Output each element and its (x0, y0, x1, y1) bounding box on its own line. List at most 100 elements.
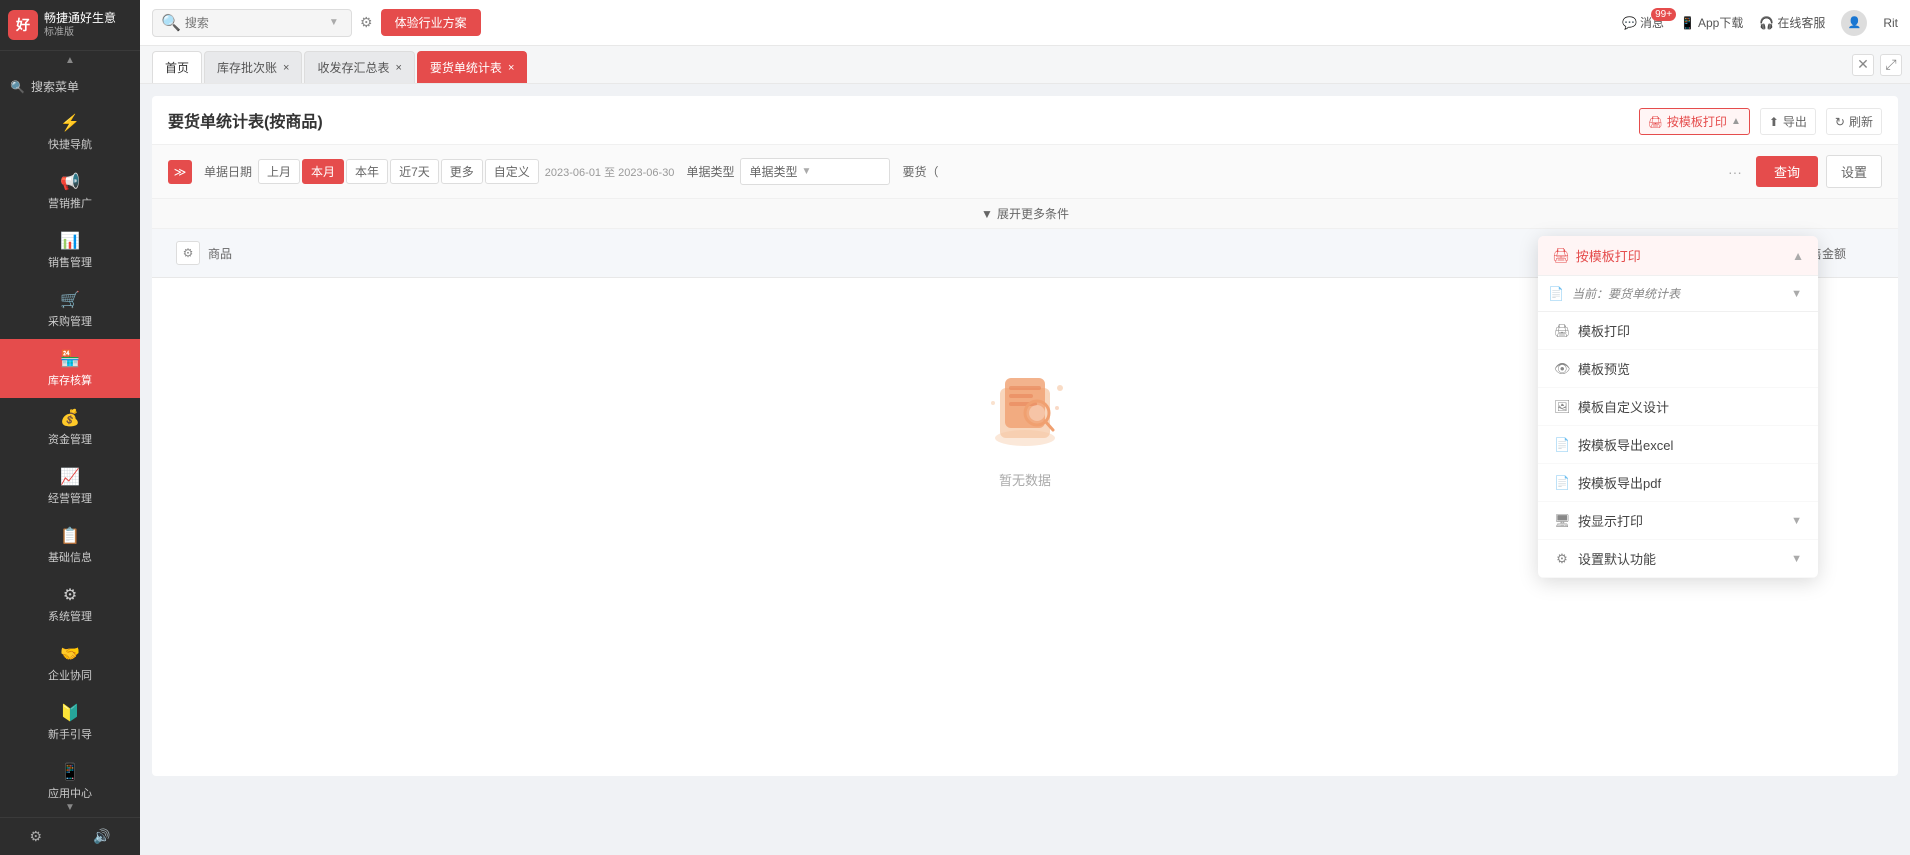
print-dropdown-arrow: ▲ (1731, 116, 1741, 127)
sidebar-item-inventory[interactable]: 🏪 库存核算 (0, 339, 140, 398)
expand-more-icon: ▼ (981, 207, 993, 221)
settings-btn[interactable]: 设置 (1826, 155, 1882, 188)
topbar-service-btn[interactable]: 🎧 在线客服 (1759, 14, 1825, 31)
username-label[interactable]: Rit (1883, 16, 1898, 30)
dropdown-collapse-btn[interactable]: ▲ (1792, 249, 1804, 263)
sidebar-scroll-down[interactable]: ▼ (0, 798, 140, 817)
dropdown-template-export-excel[interactable]: 📄 按模板导出excel (1538, 426, 1818, 464)
date-this-month-btn[interactable]: 本月 (302, 159, 344, 184)
quick-nav-label: 快捷导航 (48, 136, 92, 152)
tab-inventory-batch[interactable]: 库存批次账 × (204, 51, 302, 83)
sidebar-search-btn[interactable]: 🔍 搜索菜单 (0, 70, 140, 103)
topbar-search-input[interactable] (185, 16, 325, 30)
table-settings-icon-btn[interactable]: ⚙ (176, 241, 200, 265)
basic-info-icon: 📋 (60, 526, 80, 546)
topbar-search-icon: 🔍 (161, 13, 181, 33)
topbar-search-dropdown-icon[interactable]: ▼ (329, 17, 339, 28)
order-type-filter-group: 单据类型 单据类型 ▼ (686, 158, 890, 185)
template-print-icon: 🖨 (1554, 323, 1570, 339)
tabs-close-btn[interactable]: ✕ (1852, 54, 1874, 76)
topbar-search-box[interactable]: 🔍 ▼ (152, 9, 352, 37)
template-export-excel-label: 按模板导出excel (1578, 435, 1673, 454)
sidebar-item-finance[interactable]: 💰 资金管理 (0, 398, 140, 457)
tab-receipt-summary-close[interactable]: × (395, 62, 401, 74)
dropdown-template-export-pdf[interactable]: 📄 按模板导出pdf (1538, 464, 1818, 502)
date-filter-buttons: 上月 本月 本年 近7天 更多 自定义 2023-06-01 至 2023-06… (258, 159, 674, 184)
sidebar-item-quick-nav[interactable]: ⚡ 快捷导航 (0, 103, 140, 162)
print-template-btn[interactable]: 🖨 按模板打印 ▲ (1639, 108, 1750, 135)
expand-more-bar[interactable]: ▼ 展开更多条件 (152, 199, 1898, 229)
dropdown-current-icon: 📄 (1548, 286, 1564, 302)
topbar: 🔍 ▼ ⚙ 体验行业方案 💬 消息 99+ 📱 App下载 🎧 在线客服 👤 R… (140, 0, 1910, 46)
more-options-btn[interactable]: ··· (1722, 162, 1748, 182)
sidebar-item-purchase[interactable]: 🛒 采购管理 (0, 280, 140, 339)
sidebar-item-app-center[interactable]: 📱 应用中心 (0, 752, 140, 798)
date-this-year-btn[interactable]: 本年 (346, 159, 388, 184)
sidebar-item-sales[interactable]: 📊 销售管理 (0, 221, 140, 280)
topbar-gear-icon[interactable]: ⚙ (360, 14, 373, 31)
display-print-icon: 🖥 (1554, 513, 1570, 529)
sidebar-item-guide[interactable]: 🔰 新手引导 (0, 693, 140, 752)
trial-btn[interactable]: 体验行业方案 (381, 9, 481, 36)
dropdown-set-default[interactable]: ⚙ 设置默认功能 ▼ (1538, 540, 1818, 578)
dropdown-display-print[interactable]: 🖥 按显示打印 ▼ (1538, 502, 1818, 540)
export-btn[interactable]: ⬆ 导出 (1760, 108, 1816, 135)
user-avatar[interactable]: 👤 (1841, 10, 1867, 36)
goods-filter-group: 要货（ (902, 163, 938, 180)
tab-receipt-summary[interactable]: 收发存汇总表 × (304, 51, 414, 83)
template-export-pdf-icon: 📄 (1554, 475, 1570, 491)
topbar-app-download-btn[interactable]: 📱 App下载 (1680, 14, 1743, 31)
order-type-select-value: 单据类型 (749, 163, 797, 180)
tab-inventory-batch-close[interactable]: × (283, 62, 289, 74)
tab-home[interactable]: 首页 (152, 51, 202, 83)
dropdown-template-print[interactable]: 🖨 模板打印 (1538, 312, 1818, 350)
tabs-bar: 首页 库存批次账 × 收发存汇总表 × 要货单统计表 × ✕ ⤢ (140, 46, 1910, 84)
sidebar-item-system[interactable]: ⚙ 系统管理 (0, 575, 140, 634)
sidebar-item-operation[interactable]: 📈 经营管理 (0, 457, 140, 516)
app-logo-icon: 好 (8, 10, 38, 40)
system-icon: ⚙ (63, 585, 77, 605)
query-btn[interactable]: 查询 (1756, 156, 1818, 187)
dropdown-template-design[interactable]: 🖼 模板自定义设计 (1538, 388, 1818, 426)
print-dropdown-menu: 🖨 按模板打印 ▲ 📄 当前：要货单统计表 ▼ 🖨 模板打印 👁 模板预览 (1538, 236, 1818, 578)
operation-icon: 📈 (60, 467, 80, 487)
message-badge: 99+ (1651, 8, 1676, 21)
dropdown-template-preview[interactable]: 👁 模板预览 (1538, 350, 1818, 388)
set-default-arrow: ▼ (1791, 553, 1802, 565)
sidebar-item-basic-info[interactable]: 📋 基础信息 (0, 516, 140, 575)
page-area: 要货单统计表(按商品) 🖨 按模板打印 ▲ ⬆ 导出 ↻ 刷新 (140, 84, 1910, 855)
expand-more-label: 展开更多条件 (997, 205, 1069, 222)
filter-expand-btn[interactable]: ≫ (168, 160, 192, 184)
tab-order-stats-close[interactable]: × (508, 62, 514, 74)
template-design-label: 模板自定义设计 (1578, 397, 1669, 416)
sidebar-scroll-up[interactable]: ▲ (0, 51, 140, 70)
dropdown-current-template[interactable]: 📄 当前：要货单统计表 ▼ (1538, 276, 1818, 312)
tabs-expand-btn[interactable]: ⤢ (1880, 54, 1902, 76)
topbar-right: 💬 消息 99+ 📱 App下载 🎧 在线客服 👤 Rit (1622, 10, 1898, 36)
display-print-arrow: ▼ (1791, 515, 1802, 527)
sidebar-settings-btn[interactable]: ⚙ (30, 828, 43, 845)
set-default-icon: ⚙ (1554, 551, 1570, 567)
date-last-7days-btn[interactable]: 近7天 (390, 159, 439, 184)
topbar-message-btn[interactable]: 💬 消息 99+ (1622, 14, 1664, 31)
date-more-btn[interactable]: 更多 (441, 159, 483, 184)
app-center-icon: 📱 (60, 762, 80, 782)
order-type-select[interactable]: 单据类型 ▼ (740, 158, 890, 185)
dropdown-current-arrow: ▼ (1791, 288, 1802, 300)
expand-icon: ≫ (174, 165, 187, 179)
date-prev-month-btn[interactable]: 上月 (258, 159, 300, 184)
date-custom-btn[interactable]: 自定义 (485, 159, 539, 184)
order-type-chevron-icon: ▼ (801, 166, 811, 177)
message-icon: 💬 (1622, 16, 1637, 30)
sidebar-item-marketing[interactable]: 📢 营销推广 (0, 162, 140, 221)
panel-top-actions: 🖨 按模板打印 ▲ ⬆ 导出 ↻ 刷新 (1639, 108, 1882, 135)
guide-label: 新手引导 (48, 726, 92, 742)
order-type-label: 单据类型 (686, 163, 734, 180)
set-default-label: 设置默认功能 (1578, 549, 1656, 568)
date-range-text: 2023-06-01 至 2023-06-30 (545, 164, 675, 180)
sidebar-sound-btn[interactable]: 🔊 (93, 828, 110, 845)
refresh-btn[interactable]: ↻ 刷新 (1826, 108, 1882, 135)
tab-order-stats[interactable]: 要货单统计表 × (417, 51, 527, 83)
date-filter-label: 单据日期 (204, 163, 252, 180)
sidebar-item-enterprise[interactable]: 🤝 企业协同 (0, 634, 140, 693)
